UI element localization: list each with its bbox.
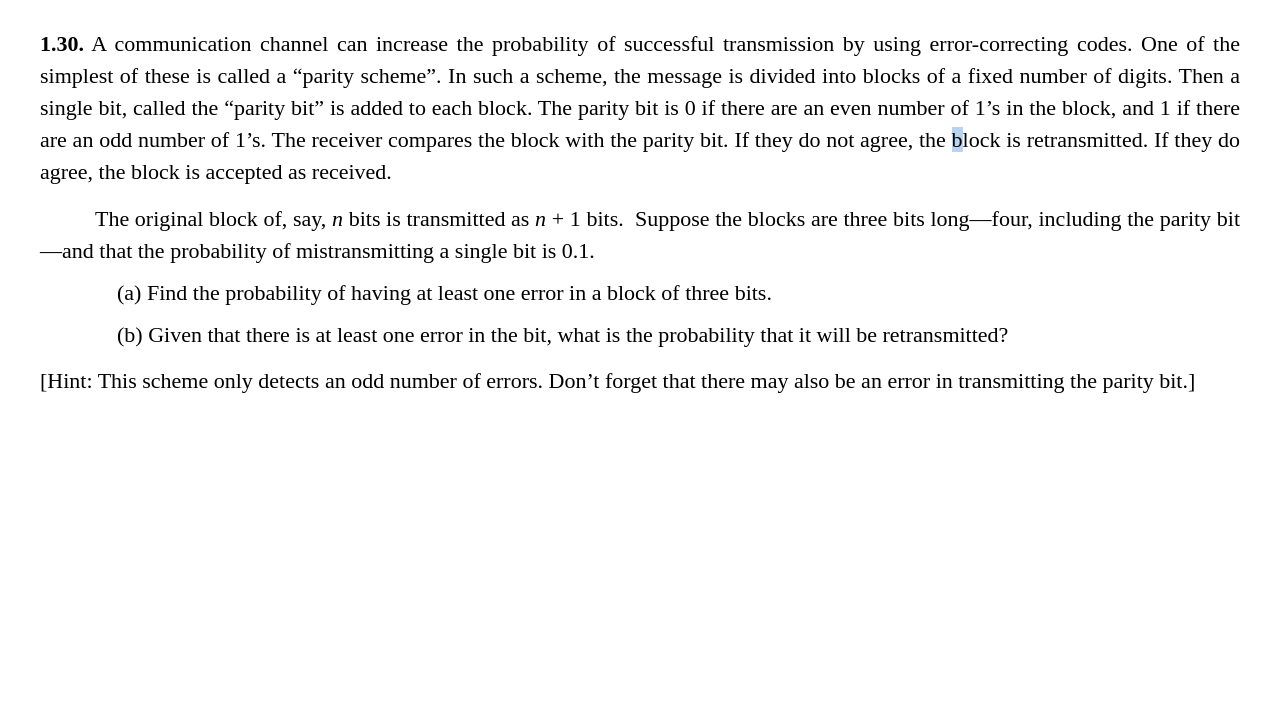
problem-number: 1.30. [40,31,84,56]
part-b: (b) Given that there is at least one err… [117,319,1240,351]
paragraph-1: 1.30. A communication channel can increa… [40,28,1240,187]
problem-container: 1.30. A communication channel can increa… [40,28,1240,397]
part-a-text: Find the probability of having at least … [147,280,772,305]
part-a-label: (a) [117,280,141,305]
part-a: (a) Find the probability of having at le… [117,277,1240,309]
variable-n1: n [332,206,343,231]
hint: [Hint: This scheme only detects an odd n… [40,365,1240,397]
part-b-label: (b) [117,322,143,347]
paragraph-2: The original block of, say, n bits is tr… [40,203,1240,267]
part-b-text: Given that there is at least one error i… [148,322,1008,347]
highlighted-word: b [952,127,963,152]
variable-n2: n [535,206,546,231]
